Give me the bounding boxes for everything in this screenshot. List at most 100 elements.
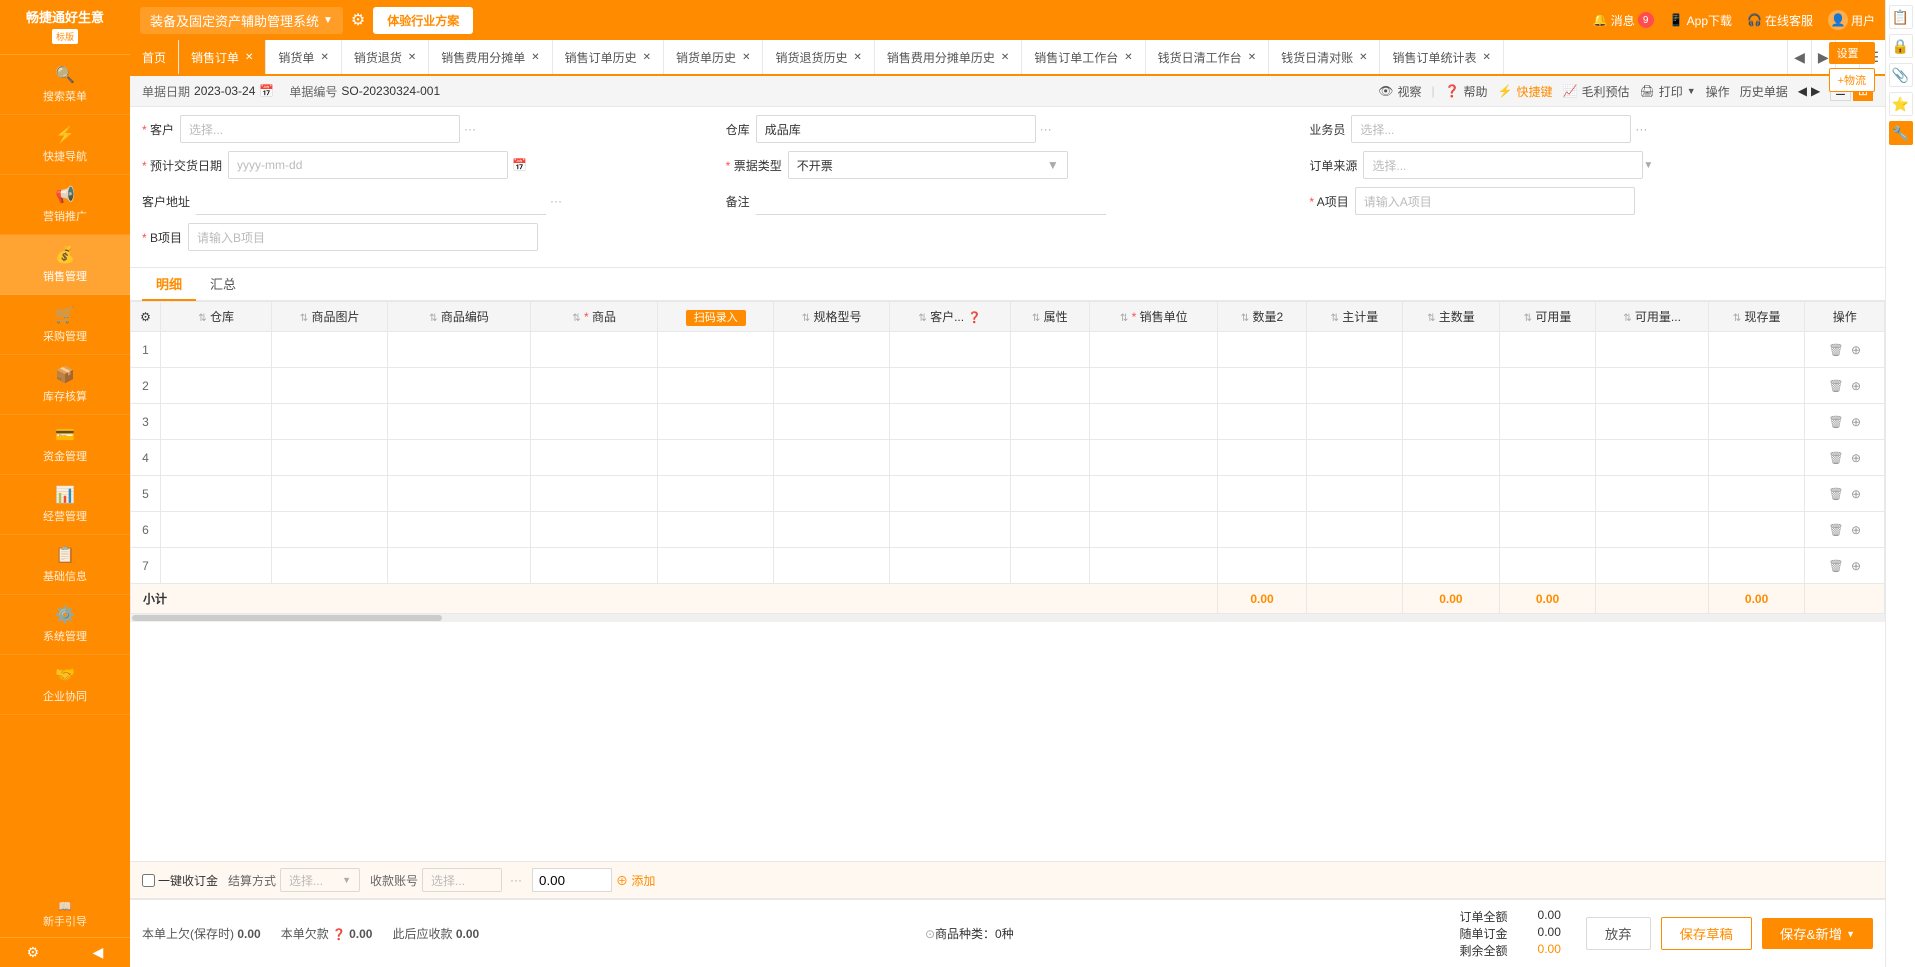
cell-avail[interactable] bbox=[1499, 332, 1596, 368]
cell-scan[interactable] bbox=[658, 512, 774, 548]
cell-image[interactable] bbox=[272, 440, 388, 476]
sidebar-item-sales[interactable]: 💰 销售管理 bbox=[0, 235, 130, 295]
prev-record-icon[interactable]: ◀ bbox=[1798, 84, 1807, 98]
cell-spec[interactable] bbox=[774, 512, 890, 548]
row-copy-icon[interactable]: ⊕ bbox=[1851, 451, 1861, 465]
online-support-button[interactable]: 🎧 在线客服 bbox=[1747, 12, 1813, 29]
cell-spec[interactable] bbox=[774, 332, 890, 368]
a-project-input[interactable]: 请输入A项目 bbox=[1355, 187, 1635, 215]
cell-code[interactable] bbox=[387, 440, 530, 476]
row-delete-icon[interactable]: 🗑 bbox=[1828, 451, 1843, 465]
delivery-input[interactable]: yyyy-mm-dd bbox=[228, 151, 508, 179]
app-download-button[interactable]: 📱 App下载 bbox=[1669, 12, 1732, 29]
cell-scan[interactable] bbox=[658, 404, 774, 440]
cell-current[interactable] bbox=[1708, 368, 1805, 404]
cell-avail[interactable] bbox=[1499, 404, 1596, 440]
sidebar-item-quicknav[interactable]: ⚡ 快捷导航 bbox=[0, 115, 130, 175]
cell-avail[interactable] bbox=[1499, 440, 1596, 476]
cell-attr[interactable] bbox=[1010, 548, 1090, 584]
cell-qty2[interactable] bbox=[1218, 476, 1306, 512]
cell-current[interactable] bbox=[1708, 512, 1805, 548]
tab-close-icon[interactable]: ✕ bbox=[1359, 52, 1367, 63]
cell-spec[interactable] bbox=[774, 368, 890, 404]
account-more-icon[interactable]: ··· bbox=[510, 873, 522, 887]
profit-button[interactable]: 📈 毛利预估 bbox=[1563, 83, 1630, 100]
amount-input[interactable] bbox=[532, 868, 612, 892]
add-button[interactable]: ⊕ 添加 bbox=[616, 872, 655, 889]
row-delete-icon[interactable]: 🗑 bbox=[1828, 559, 1843, 573]
cell-attr[interactable] bbox=[1010, 332, 1090, 368]
cell-scan[interactable] bbox=[658, 440, 774, 476]
staff-more-icon[interactable]: ··· bbox=[1635, 122, 1647, 136]
tab-sales-order[interactable]: 销售订单 ✕ bbox=[179, 40, 266, 75]
settings-icon[interactable]: ⚙ bbox=[351, 10, 365, 30]
cell-qty2[interactable] bbox=[1218, 512, 1306, 548]
tab-close-icon[interactable]: ✕ bbox=[643, 52, 651, 63]
customer-input[interactable]: 选择... bbox=[180, 115, 460, 143]
row-copy-icon[interactable]: ⊕ bbox=[1851, 523, 1861, 537]
th-current[interactable]: ⇅ 现存量 bbox=[1708, 302, 1805, 332]
cell-main-qty[interactable] bbox=[1403, 440, 1500, 476]
cell-avail2[interactable] bbox=[1596, 512, 1708, 548]
user-menu[interactable]: 👤 用户 bbox=[1828, 10, 1875, 30]
row-delete-icon[interactable]: 🗑 bbox=[1828, 379, 1843, 393]
cell-attr[interactable] bbox=[1010, 440, 1090, 476]
cell-product[interactable] bbox=[531, 440, 658, 476]
cell-qty2[interactable] bbox=[1218, 332, 1306, 368]
warehouse-more-icon[interactable]: ··· bbox=[1040, 122, 1052, 136]
cell-main-qty[interactable] bbox=[1403, 476, 1500, 512]
calendar-icon[interactable]: 📅 bbox=[512, 158, 527, 172]
staff-input[interactable]: 选择... bbox=[1351, 115, 1631, 143]
sidebar-item-purchase[interactable]: 🛒 采购管理 bbox=[0, 295, 130, 355]
tab-daily-workbench[interactable]: 钱货日清工作台 ✕ bbox=[1146, 40, 1269, 75]
cell-customer-code[interactable] bbox=[890, 548, 1011, 584]
cell-avail2[interactable] bbox=[1596, 440, 1708, 476]
cell-scan[interactable] bbox=[658, 476, 774, 512]
th-attr[interactable]: ⇅ 属性 bbox=[1010, 302, 1090, 332]
row-copy-icon[interactable]: ⊕ bbox=[1851, 343, 1861, 357]
cell-avail2[interactable] bbox=[1596, 548, 1708, 584]
cell-customer-code[interactable] bbox=[890, 476, 1011, 512]
cell-customer-code[interactable] bbox=[890, 512, 1011, 548]
panel-icon-1[interactable]: 📋 bbox=[1889, 5, 1913, 29]
row-copy-icon[interactable]: ⊕ bbox=[1851, 487, 1861, 501]
cell-main-qty[interactable] bbox=[1403, 368, 1500, 404]
tab-detail[interactable]: 明细 bbox=[142, 268, 196, 301]
tab-close-icon[interactable]: ✕ bbox=[320, 52, 328, 63]
cell-attr[interactable] bbox=[1010, 404, 1090, 440]
cell-unit[interactable] bbox=[1090, 548, 1218, 584]
date-value[interactable]: 2023-03-24 bbox=[194, 84, 255, 98]
shortcut-button[interactable]: ⚡ 快捷键 bbox=[1498, 83, 1553, 100]
ticket-select[interactable]: 不开票 ▼ bbox=[788, 151, 1068, 179]
panel-icon-5[interactable]: 🔧 bbox=[1889, 121, 1913, 145]
cell-code[interactable] bbox=[387, 512, 530, 548]
cell-code[interactable] bbox=[387, 368, 530, 404]
tab-close-icon[interactable]: ✕ bbox=[1483, 52, 1491, 63]
cell-product[interactable] bbox=[531, 404, 658, 440]
cell-customer-code[interactable] bbox=[890, 440, 1011, 476]
cell-image[interactable] bbox=[272, 476, 388, 512]
help-button[interactable]: ❓ 帮助 bbox=[1445, 83, 1488, 100]
cell-avail2[interactable] bbox=[1596, 404, 1708, 440]
cell-warehouse[interactable] bbox=[161, 476, 272, 512]
cell-main-unit[interactable] bbox=[1306, 404, 1403, 440]
cell-image[interactable] bbox=[272, 332, 388, 368]
save-new-button[interactable]: 保存&新增 ▼ bbox=[1762, 918, 1873, 949]
print-button[interactable]: 🖨 打印 ▼ bbox=[1640, 83, 1696, 100]
sidebar-item-inventory[interactable]: 📦 库存核算 bbox=[0, 355, 130, 415]
next-record-icon[interactable]: ▶ bbox=[1811, 84, 1820, 98]
th-customer-code[interactable]: ⇅ 客户... ❓ bbox=[890, 302, 1011, 332]
customer-more-icon[interactable]: ··· bbox=[464, 122, 476, 136]
cell-main-unit[interactable] bbox=[1306, 548, 1403, 584]
cell-customer-code[interactable] bbox=[890, 368, 1011, 404]
cell-code[interactable] bbox=[387, 404, 530, 440]
tab-close-icon[interactable]: ✕ bbox=[245, 52, 253, 63]
address-more-icon[interactable]: ··· bbox=[550, 194, 562, 208]
cell-avail[interactable] bbox=[1499, 476, 1596, 512]
tab-invoice-history[interactable]: 销货单历史 ✕ bbox=[664, 40, 763, 75]
cell-product[interactable] bbox=[531, 548, 658, 584]
tab-close-icon[interactable]: ✕ bbox=[742, 52, 750, 63]
cell-product[interactable] bbox=[531, 476, 658, 512]
cell-scan[interactable] bbox=[658, 368, 774, 404]
cell-current[interactable] bbox=[1708, 404, 1805, 440]
